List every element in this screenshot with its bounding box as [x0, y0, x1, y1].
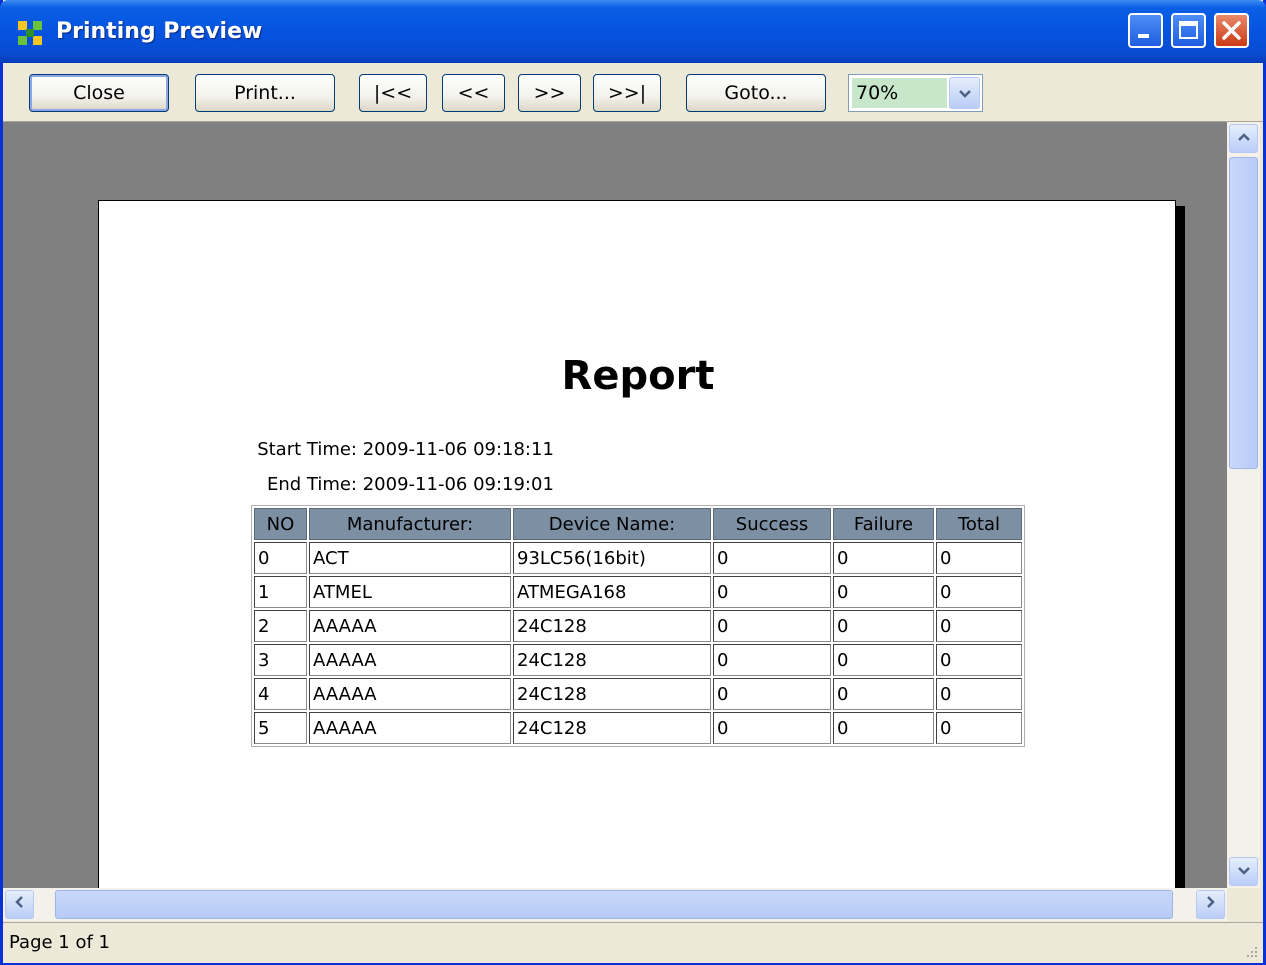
preview-area: Report Start Time: 2009-11-06 09:18:11 E… — [3, 122, 1227, 888]
table-cell: AAAAA — [309, 678, 511, 710]
table-cell: 0 — [713, 542, 831, 574]
table-cell: 24C128 — [513, 610, 711, 642]
table-cell: 0 — [713, 576, 831, 608]
table-cell: 0 — [713, 678, 831, 710]
column-header: Manufacturer: — [309, 508, 511, 540]
start-time-label: Start Time: — [257, 439, 357, 460]
toolbar: Close Print... |<< << >> >>| Goto... 70% — [3, 63, 1263, 122]
table-cell: 0 — [936, 576, 1022, 608]
window-title: Printing Preview — [56, 19, 263, 44]
table-cell: 0 — [936, 678, 1022, 710]
close-button[interactable]: Close — [29, 74, 169, 112]
table-cell: 24C128 — [513, 678, 711, 710]
table-cell: 0 — [936, 610, 1022, 642]
close-icon — [1222, 21, 1241, 40]
column-header: Total — [936, 508, 1022, 540]
table-cell: 24C128 — [513, 712, 711, 744]
table-row: 2 AAAAA 24C128 0 0 0 — [254, 610, 1022, 642]
page-status: Page 1 of 1 — [9, 932, 110, 953]
table-cell: 0 — [833, 644, 934, 676]
table-cell: 0 — [713, 712, 831, 744]
next-page-button[interactable]: >> — [518, 74, 581, 112]
scroll-down-button[interactable] — [1229, 857, 1258, 886]
vertical-scrollbar[interactable] — [1227, 122, 1260, 888]
table-cell: ACT — [309, 542, 511, 574]
table-cell: ATMEGA168 — [513, 576, 711, 608]
minimize-icon — [1138, 34, 1149, 38]
vertical-scroll-thumb[interactable] — [1229, 157, 1258, 469]
chevron-down-icon[interactable] — [949, 77, 980, 109]
table-cell: 5 — [254, 712, 307, 744]
table-cell: 0 — [833, 542, 934, 574]
start-time-value: 2009-11-06 09:18:11 — [362, 439, 554, 460]
report-page: Report Start Time: 2009-11-06 09:18:11 E… — [98, 200, 1176, 888]
report-title: Report — [561, 353, 715, 399]
table-cell: 0 — [254, 542, 307, 574]
resize-grip-icon[interactable] — [1243, 943, 1259, 959]
table-cell: 0 — [936, 712, 1022, 744]
table-cell: 0 — [833, 712, 934, 744]
table-cell: 0 — [833, 610, 934, 642]
table-cell: 2 — [254, 610, 307, 642]
table-cell: 3 — [254, 644, 307, 676]
table-row: 1 ATMEL ATMEGA168 0 0 0 — [254, 576, 1022, 608]
print-button[interactable]: Print... — [195, 74, 335, 112]
table-header-row: NO Manufacturer: Device Name: Success Fa… — [254, 508, 1022, 540]
previous-page-button[interactable]: << — [442, 74, 505, 112]
table-row: 3 AAAAA 24C128 0 0 0 — [254, 644, 1022, 676]
table-row: 5 AAAAA 24C128 0 0 0 — [254, 712, 1022, 744]
table-cell: AAAAA — [309, 644, 511, 676]
table-cell: 0 — [713, 644, 831, 676]
column-header: NO — [254, 508, 307, 540]
app-icon — [18, 21, 42, 45]
table-cell: ATMEL — [309, 576, 511, 608]
column-header: Device Name: — [513, 508, 711, 540]
table-cell: 0 — [936, 542, 1022, 574]
table-cell: 4 — [254, 678, 307, 710]
horizontal-scrollbar[interactable] — [3, 888, 1227, 921]
goto-button[interactable]: Goto... — [686, 74, 826, 112]
table-cell: 93LC56(16bit) — [513, 542, 711, 574]
end-time-value: 2009-11-06 09:19:01 — [362, 474, 554, 495]
scroll-right-button[interactable] — [1196, 890, 1225, 919]
column-header: Failure — [833, 508, 934, 540]
maximize-icon — [1179, 21, 1198, 39]
scroll-up-button[interactable] — [1229, 124, 1258, 153]
close-window-button[interactable] — [1214, 13, 1249, 48]
title-bar[interactable]: Printing Preview — [0, 0, 1266, 63]
table-row: 4 AAAAA 24C128 0 0 0 — [254, 678, 1022, 710]
table-cell: 0 — [713, 610, 831, 642]
zoom-select[interactable]: 70% — [848, 74, 983, 112]
scroll-left-button[interactable] — [5, 890, 34, 919]
table-cell: 24C128 — [513, 644, 711, 676]
table-cell: 0 — [936, 644, 1022, 676]
maximize-button[interactable] — [1171, 13, 1206, 48]
last-page-button[interactable]: >>| — [593, 74, 661, 112]
printing-preview-window: Printing Preview Close Print... |<< << >… — [0, 0, 1266, 965]
column-header: Success — [713, 508, 831, 540]
table-cell: 0 — [833, 678, 934, 710]
first-page-button[interactable]: |<< — [359, 74, 427, 112]
table-cell: 1 — [254, 576, 307, 608]
table-cell: AAAAA — [309, 610, 511, 642]
chevron-down-icon — [1237, 867, 1250, 875]
zoom-value: 70% — [852, 78, 947, 108]
report-table: NO Manufacturer: Device Name: Success Fa… — [251, 505, 1025, 747]
chevron-up-icon — [1237, 133, 1250, 141]
chevron-left-icon — [15, 896, 23, 908]
table-row: 0 ACT 93LC56(16bit) 0 0 0 — [254, 542, 1022, 574]
start-time-line: Start Time: 2009-11-06 09:18:11 — [247, 439, 554, 460]
end-time-line: End Time: 2009-11-06 09:19:01 — [247, 474, 554, 495]
status-bar: Page 1 of 1 — [3, 922, 1263, 963]
table-cell: 0 — [833, 576, 934, 608]
end-time-label: End Time: — [266, 474, 357, 495]
table-cell: AAAAA — [309, 712, 511, 744]
horizontal-scroll-thumb[interactable] — [55, 890, 1173, 919]
minimize-button[interactable] — [1128, 13, 1163, 48]
chevron-right-icon — [1207, 896, 1215, 908]
